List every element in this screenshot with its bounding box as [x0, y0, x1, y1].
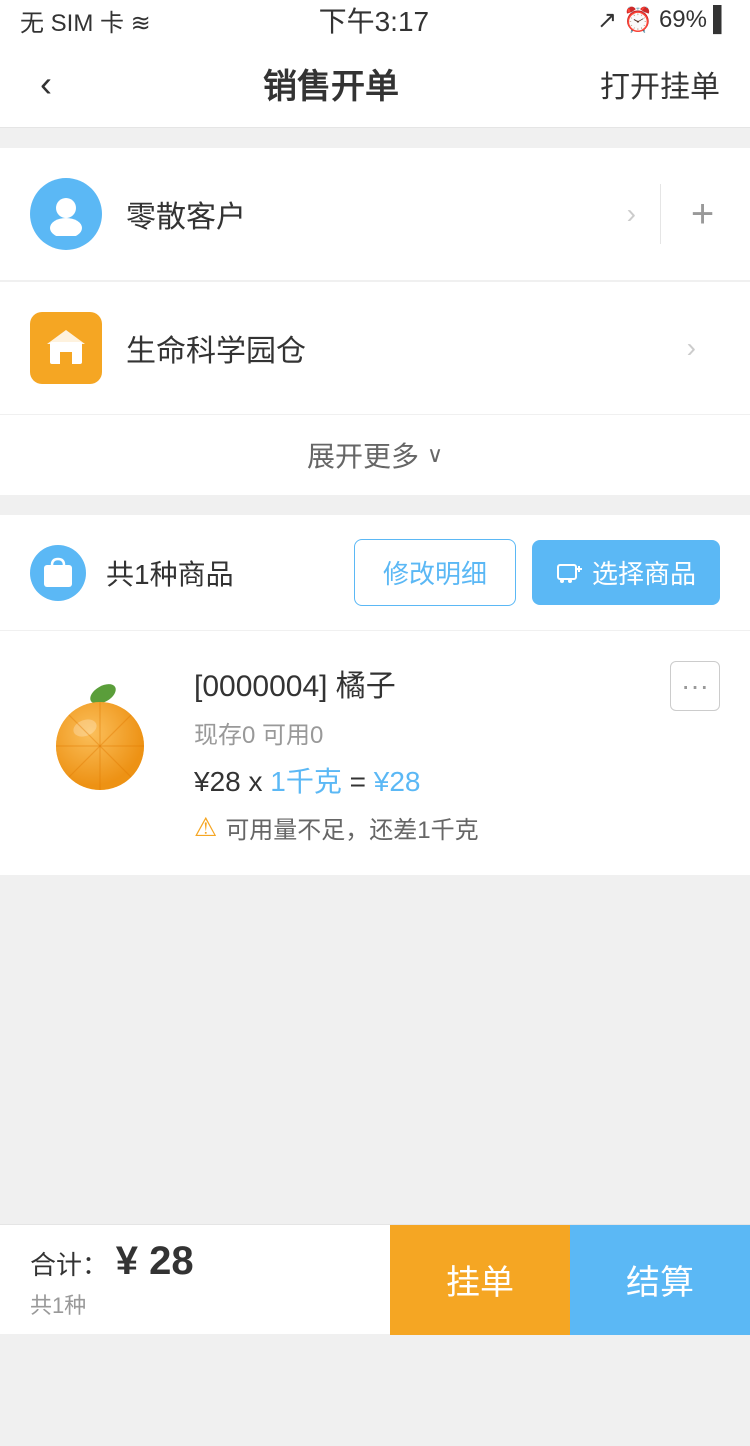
product-quantity: 1千克: [270, 766, 342, 797]
warehouse-row[interactable]: 生命科学园仓 ›: [0, 282, 750, 414]
checkout-button[interactable]: 结算: [570, 1225, 750, 1335]
customer-row[interactable]: 零散客户 › +: [0, 148, 750, 281]
product-name: [0000004] 橘子: [194, 661, 670, 705]
select-product-button[interactable]: 选择商品: [532, 540, 720, 605]
product-warning: ⚠ 可用量不足，还差1千克: [194, 810, 670, 845]
total-section: 合计： ¥ 28 共1种: [0, 1239, 390, 1320]
product-price-row: ¥28 x 1千克 = ¥28: [194, 760, 670, 800]
product-item: [0000004] 橘子 现存0 可用0 ¥28 x 1千克 = ¥28 ⚠ 可…: [0, 631, 750, 876]
page-title: 销售开单: [263, 59, 399, 108]
expand-arrow-icon: ∨: [427, 442, 443, 468]
multiply-symbol: x: [249, 766, 271, 797]
product-stock: 现存0 可用0: [194, 715, 670, 750]
status-time: 下午3:17: [319, 0, 430, 40]
alarm-icon: ⏰: [623, 6, 653, 35]
warehouse-icon: [30, 312, 102, 384]
battery-level: 69%: [659, 6, 707, 34]
warehouse-chevron-icon: ›: [687, 332, 696, 364]
open-pending-button[interactable]: 打开挂单: [600, 62, 720, 106]
product-count-icon: [30, 545, 86, 601]
expand-more-button[interactable]: 展开更多 ∨: [0, 414, 750, 495]
warehouse-name: 生命科学园仓: [126, 326, 687, 370]
top-divider: [0, 128, 750, 148]
product-image: [30, 661, 170, 801]
product-total: ¥28: [374, 766, 421, 797]
cart-add-icon: [556, 559, 584, 587]
status-left: 无 SIM 卡 ≋: [20, 3, 151, 38]
battery-icon: ▌: [713, 6, 730, 34]
user-icon: [44, 192, 88, 236]
product-header: 共1种商品 修改明细 选择商品: [0, 515, 750, 631]
equals-symbol: =: [350, 766, 374, 797]
back-button[interactable]: ‹: [30, 53, 62, 115]
total-count: 共1种: [30, 1288, 360, 1320]
orange-illustration: [35, 666, 165, 796]
location-icon: ↗: [597, 6, 617, 35]
status-right: ↗ ⏰ 69% ▌: [597, 6, 730, 35]
select-product-label: 选择商品: [592, 554, 696, 591]
product-price: ¥28: [194, 766, 241, 797]
nav-bar: ‹ 销售开单 打开挂单: [0, 40, 750, 128]
chevron-right-icon: ›: [627, 198, 636, 230]
bottom-bar: 合计： ¥ 28 共1种 挂单 结算: [0, 1224, 750, 1334]
more-options-button[interactable]: ···: [670, 661, 720, 711]
product-count-text: 共1种商品: [106, 553, 354, 593]
product-details: [0000004] 橘子 现存0 可用0 ¥28 x 1千克 = ¥28 ⚠ 可…: [194, 661, 670, 845]
sim-status: 无 SIM 卡 ≋: [20, 3, 151, 38]
store-icon: [44, 326, 88, 370]
warning-text: 可用量不足，还差1千克: [225, 810, 478, 845]
bottom-spacer: [0, 1336, 750, 1446]
add-customer-button[interactable]: +: [660, 184, 720, 244]
customer-name: 零散客户: [126, 192, 627, 236]
customer-avatar: [30, 178, 102, 250]
hang-order-button[interactable]: 挂单: [390, 1225, 570, 1335]
edit-detail-button[interactable]: 修改明细: [354, 539, 516, 606]
total-amount: ¥ 28: [116, 1239, 194, 1283]
expand-more-label: 展开更多: [307, 435, 419, 475]
status-bar: 无 SIM 卡 ≋ 下午3:17 ↗ ⏰ 69% ▌: [0, 0, 750, 40]
total-row: 合计： ¥ 28: [30, 1239, 360, 1284]
shopping-bag-icon: [40, 555, 76, 591]
total-label: 合计：: [30, 1250, 108, 1280]
product-section: 共1种商品 修改明细 选择商品: [0, 515, 750, 876]
warning-icon: ⚠: [194, 812, 217, 843]
